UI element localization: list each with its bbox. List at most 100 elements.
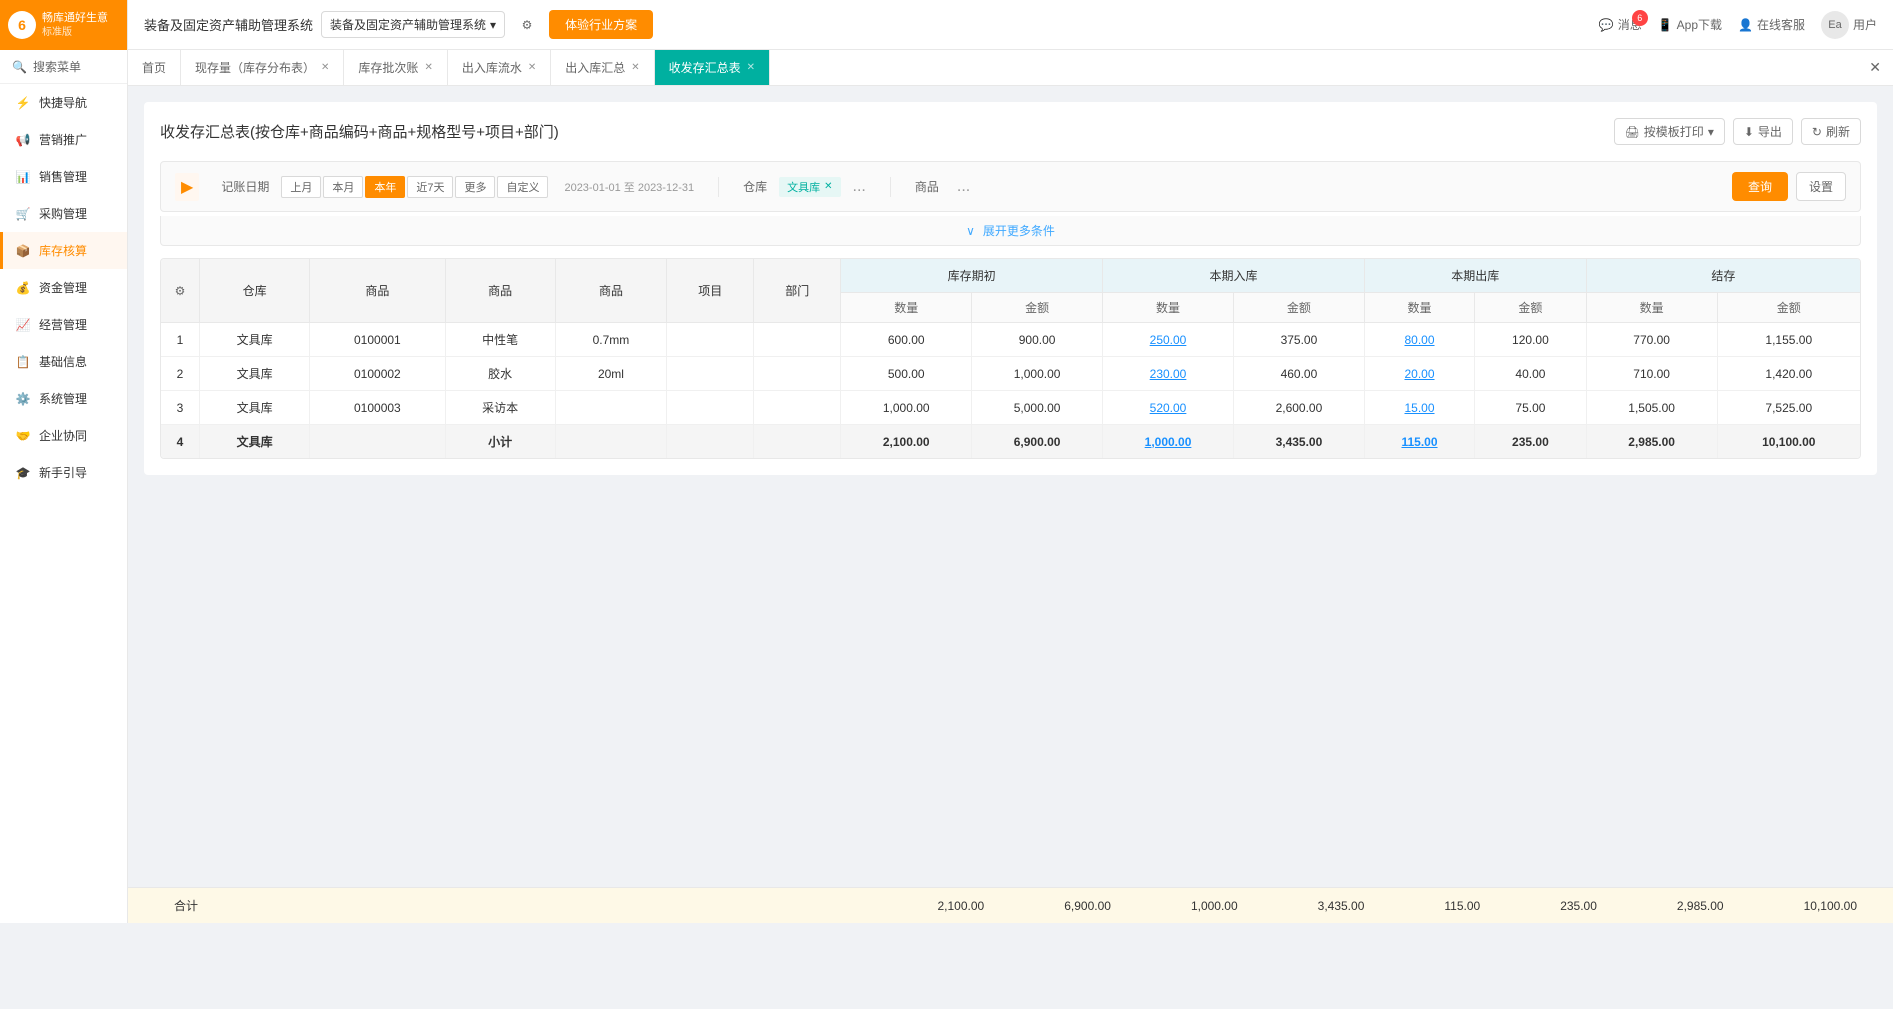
sidebar-item-4[interactable]: 📦库存核算 [0,232,127,269]
sidebar-item-8[interactable]: ⚙️系统管理 [0,380,127,417]
query-btn[interactable]: 查询 [1732,172,1788,201]
row-in-qty[interactable]: 250.00 [1103,323,1234,357]
total-close-amt: 10,100.00 [1804,899,1857,913]
sidebar-item-icon: 💰 [15,280,31,296]
row-name: 中性笔 [445,323,555,357]
row-in-amt: 375.00 [1233,323,1364,357]
sidebar-item-icon: 🛒 [15,206,31,222]
settings-icon[interactable]: ⚙ [171,282,189,300]
refresh-icon: ↻ [1812,125,1822,139]
sidebar-item-icon: ⚙️ [15,391,31,407]
download-icon: 📱 [1658,18,1673,32]
expand-more-btn[interactable]: ∨ 展开更多条件 [161,222,1860,239]
row-dept [754,323,841,357]
tabbar: 首页现存量（库存分布表）✕库存批次账✕出入库流水✕出入库汇总✕收发存汇总表✕ ✕ [128,50,1893,86]
date-btn-更多[interactable]: 更多 [455,176,495,198]
row-code: 0100001 [310,323,445,357]
tab-1[interactable]: 现存量（库存分布表） ✕ [181,50,344,86]
row-out-qty[interactable]: 20.00 [1364,357,1474,391]
sidebar-item-label: 企业协同 [39,427,87,444]
sub-code [310,425,445,459]
tab-close-icon[interactable]: ✕ [424,62,432,73]
tab-5[interactable]: 收发存汇总表✕ [655,50,770,86]
sidebar-item-2[interactable]: 📊销售管理 [0,158,127,195]
sidebar-item-3[interactable]: 🛒 采购管理 [0,195,127,232]
set-btn[interactable]: 设置 [1796,172,1846,201]
row-dept [754,391,841,425]
row-out-qty[interactable]: 15.00 [1364,391,1474,425]
sidebar-item-10[interactable]: 🎓新手引导 [0,454,127,491]
tab-close-icon[interactable]: ✕ [631,62,639,73]
row-spec: 0.7mm [555,323,667,357]
row-close-qty: 710.00 [1586,357,1717,391]
sidebar-item-7[interactable]: 📋基础信息 [0,343,127,380]
row-open-amt: 5,000.00 [972,391,1103,425]
tab-label: 现存量（库存分布表） [195,59,315,76]
row-spec [555,391,667,425]
out-col-header: 本期出库 [1364,259,1586,293]
sidebar-item-0[interactable]: ⚡快捷导航 [0,84,127,121]
tab-close-icon[interactable]: ✕ [321,62,329,73]
print-btn[interactable]: 🖨 按模板打印 ▾ [1614,118,1725,145]
tab-0[interactable]: 首页 [128,50,181,86]
topbar: 装备及固定资产辅助管理系统 装备及固定资产辅助管理系统 ▾ ⚙ 体验行业方案 💬… [128,0,1893,50]
sidebar-item-label: 采购管理 [39,205,87,222]
sidebar-item-label: 营销推广 [39,131,87,148]
row-close-qty: 770.00 [1586,323,1717,357]
user-menu[interactable]: Ea 用户 [1821,11,1877,39]
row-in-qty[interactable]: 230.00 [1103,357,1234,391]
date-btn-自定义[interactable]: 自定义 [497,176,548,198]
page-title-actions: 🖨 按模板打印 ▾ ⬇ 导出 ↻ 刷新 [1614,118,1861,145]
row-close-amt: 7,525.00 [1717,391,1860,425]
tab-3[interactable]: 出入库流水✕ [448,50,551,86]
app-download-btn[interactable]: 📱 App下载 [1658,16,1722,33]
dept-col-header: 部门 [754,259,841,323]
date-btn-本年[interactable]: 本年 [365,176,405,198]
row-spec: 20ml [555,357,667,391]
date-btn-本月[interactable]: 本月 [323,176,363,198]
total-label: 合计 [144,897,228,914]
row-open-qty: 1,000.00 [841,391,972,425]
tab-close-icon[interactable]: ✕ [528,62,536,73]
row-dept [754,357,841,391]
sub-project [667,425,754,459]
row-in-qty[interactable]: 520.00 [1103,391,1234,425]
message-btn[interactable]: 💬 消息 6 [1599,16,1642,33]
tab-close-icon[interactable]: ✕ [747,62,755,73]
total-open-qty: 2,100.00 [938,899,985,913]
goods-more-btn[interactable]: ... [957,178,970,196]
warehouse-tag-remove[interactable]: ✕ [824,181,832,192]
sidebar-item-icon: 🎓 [15,465,31,481]
sidebar-search[interactable]: 🔍 搜索菜单 [0,50,127,84]
tab-2[interactable]: 库存批次账✕ [344,50,447,86]
row-close-amt: 1,155.00 [1717,323,1860,357]
refresh-btn[interactable]: ↻ 刷新 [1801,118,1861,145]
sub-out-qty[interactable]: 115.00 [1364,425,1474,459]
message-icon: 💬 [1599,18,1614,32]
row-open-amt: 1,000.00 [972,357,1103,391]
sidebar-item-5[interactable]: 💰资金管理 [0,269,127,306]
out-qty-header: 数量 [1364,293,1474,323]
sidebar-item-9[interactable]: 🤝企业协同 [0,417,127,454]
row-out-qty[interactable]: 80.00 [1364,323,1474,357]
experience-btn[interactable]: 体验行业方案 [549,10,653,39]
date-btn-近7天[interactable]: 近7天 [407,176,453,198]
warehouse-more-btn[interactable]: ... [853,178,866,196]
tab-4[interactable]: 出入库汇总✕ [551,50,654,86]
date-btn-上月[interactable]: 上月 [281,176,321,198]
row-out-amt: 75.00 [1475,391,1587,425]
sidebar-item-label: 经营管理 [39,316,87,333]
export-btn[interactable]: ⬇ 导出 [1733,118,1793,145]
sidebar-item-6[interactable]: 📈经营管理 [0,306,127,343]
online-service-btn[interactable]: 👤 在线客服 [1738,16,1805,33]
row-open-qty: 600.00 [841,323,972,357]
sidebar-item-label: 库存核算 [39,242,87,259]
gear-icon[interactable]: ⚙ [513,11,541,39]
settings-col-header[interactable]: ⚙ [161,259,200,323]
sub-in-qty[interactable]: 1,000.00 [1103,425,1234,459]
tabbar-close-btn[interactable]: ✕ [1857,50,1893,86]
topbar-system-select[interactable]: 装备及固定资产辅助管理系统 ▾ [321,11,505,38]
sidebar-item-1[interactable]: 📢营销推广 [0,121,127,158]
sub-close-qty: 2,985.00 [1586,425,1717,459]
filter-expand-arrow[interactable]: ▶ [175,173,199,201]
